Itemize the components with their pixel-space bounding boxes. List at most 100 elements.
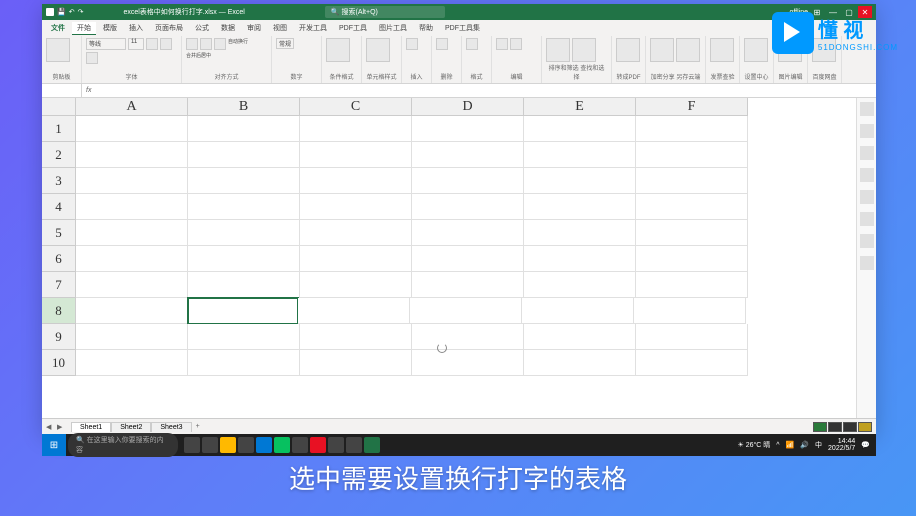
row-header-8[interactable]: 8 [42,298,76,324]
taskbar-search[interactable]: 🔍 在这里输入你要搜索的内容 [68,433,178,457]
fx-label[interactable]: fx [82,87,95,94]
font-name[interactable]: 等线 [86,38,126,50]
cell-F2[interactable] [636,142,748,168]
insert-cell-button[interactable] [406,38,418,50]
cell-D6[interactable] [412,246,524,272]
clock-date[interactable]: 2022/5/7 [828,445,855,452]
align-left-button[interactable] [186,38,198,50]
cond-format-button[interactable] [326,38,350,62]
sp-edu[interactable] [860,168,874,182]
select-all-corner[interactable] [42,98,76,116]
cell-B1[interactable] [188,116,300,142]
cloud-button[interactable] [676,38,700,62]
cell-F8[interactable] [634,298,746,324]
cell-D7[interactable] [412,272,524,298]
cell-A1[interactable] [76,116,188,142]
cell-E8[interactable] [522,298,634,324]
tray-wifi-icon[interactable]: 📶 [786,441,795,449]
find-button[interactable] [572,38,596,62]
add-sheet-button[interactable]: + [192,423,204,430]
align-right-button[interactable] [214,38,226,50]
zoom-button[interactable] [858,422,872,432]
cell-C8[interactable] [298,298,410,324]
paste-button[interactable] [46,38,70,62]
menu-pdfset[interactable]: PDF工具集 [440,22,485,34]
menu-pdf[interactable]: PDF工具 [334,22,372,34]
cell-style-button[interactable] [366,38,390,62]
cell-C10[interactable] [300,350,412,376]
view-normal-button[interactable] [813,422,827,432]
col-header-B[interactable]: B [188,98,300,116]
cell-E2[interactable] [524,142,636,168]
italic-button[interactable] [160,38,172,50]
store-icon[interactable] [238,437,254,453]
sheet-tab-1[interactable]: Sheet1 [71,422,111,432]
menu-dev[interactable]: 开发工具 [294,22,332,34]
cell-C7[interactable] [300,272,412,298]
menu-home[interactable]: 开始 [72,22,96,35]
cell-B9[interactable] [188,324,300,350]
invoice-button[interactable] [710,38,734,62]
cell-A8[interactable] [76,298,188,324]
edge-icon[interactable] [256,437,272,453]
weather-widget[interactable]: ☀ 26°C 晴 [737,440,770,450]
cell-B8[interactable] [187,297,299,325]
cell-C4[interactable] [300,194,412,220]
number-format[interactable]: 常规 [276,38,294,49]
row-header-1[interactable]: 1 [42,116,76,142]
cell-C6[interactable] [300,246,412,272]
cell-B6[interactable] [188,246,300,272]
cell-E7[interactable] [524,272,636,298]
cell-F10[interactable] [636,350,748,376]
cell-E6[interactable] [524,246,636,272]
sp-properties[interactable] [860,102,874,116]
sp-finance[interactable] [860,124,874,138]
cell-B7[interactable] [188,272,300,298]
wrap-text-button[interactable]: 自动换行 [228,38,248,50]
font-size[interactable]: 11 [128,38,144,50]
cell-B10[interactable] [188,350,300,376]
menu-template[interactable]: 模版 [98,22,122,34]
menu-view[interactable]: 视图 [268,22,292,34]
row-header-9[interactable]: 9 [42,324,76,350]
row-header-7[interactable]: 7 [42,272,76,298]
cell-D4[interactable] [412,194,524,220]
cell-D8[interactable] [410,298,522,324]
tab-prev-icon[interactable]: ◀ [46,423,56,431]
menu-insert[interactable]: 插入 [124,22,148,34]
cell-E9[interactable] [524,324,636,350]
cell-D2[interactable] [412,142,524,168]
col-header-E[interactable]: E [524,98,636,116]
tray-volume-icon[interactable]: 🔊 [800,441,809,449]
col-header-A[interactable]: A [76,98,188,116]
sp-page[interactable] [860,212,874,226]
settings-button[interactable] [744,38,768,62]
cell-A7[interactable] [76,272,188,298]
cell-F4[interactable] [636,194,748,220]
cell-F7[interactable] [636,272,748,298]
col-header-D[interactable]: D [412,98,524,116]
app3-icon[interactable] [328,437,344,453]
cell-A10[interactable] [76,350,188,376]
cell-D3[interactable] [412,168,524,194]
cell-E1[interactable] [524,116,636,142]
cell-E10[interactable] [524,350,636,376]
record-icon[interactable] [310,437,326,453]
sp-row[interactable] [860,190,874,204]
cell-B2[interactable] [188,142,300,168]
tab-next-icon[interactable]: ▶ [57,423,67,431]
encrypt-button[interactable] [650,38,674,62]
name-box[interactable] [42,84,82,97]
format-cell-button[interactable] [466,38,478,50]
col-header-C[interactable]: C [300,98,412,116]
clock-time[interactable]: 14:44 [828,438,855,445]
menu-file[interactable]: 文件 [46,22,70,34]
cell-F1[interactable] [636,116,748,142]
cell-D10[interactable] [412,350,524,376]
wechat-icon[interactable] [274,437,290,453]
row-header-3[interactable]: 3 [42,168,76,194]
menu-image[interactable]: 图片工具 [374,22,412,34]
excel-taskbar-icon[interactable] [364,437,380,453]
explorer-icon[interactable] [220,437,236,453]
cell-E3[interactable] [524,168,636,194]
